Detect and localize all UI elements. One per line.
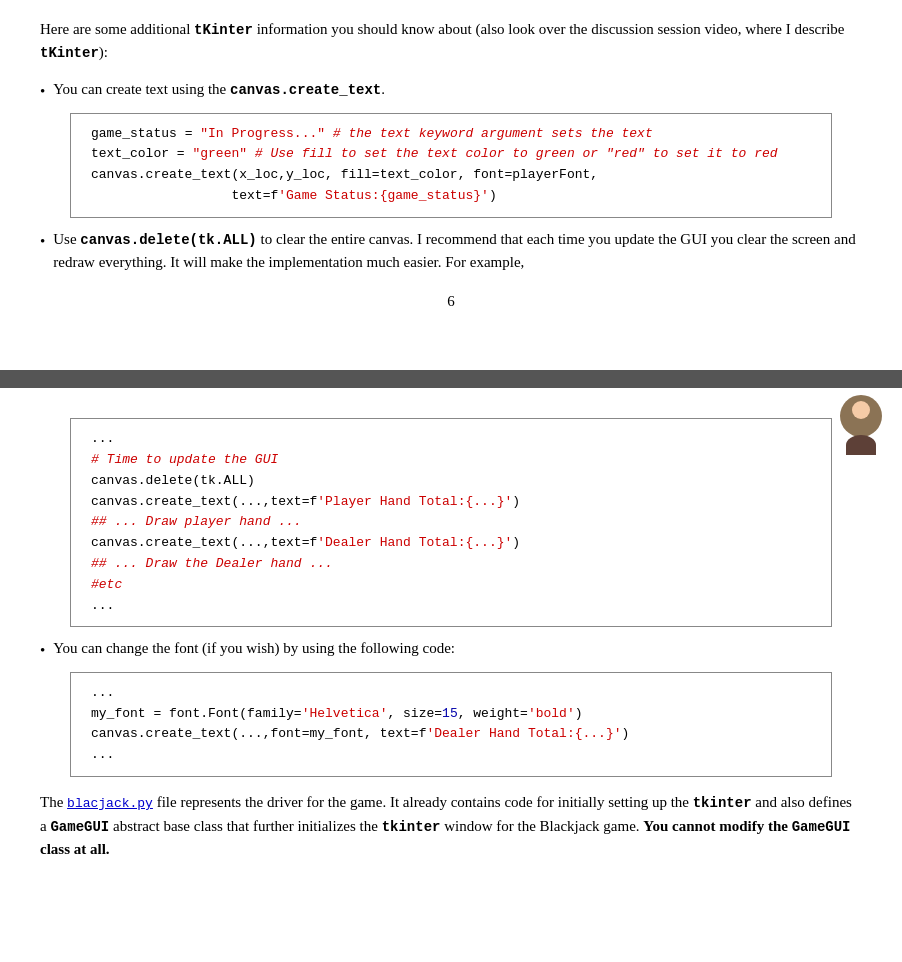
code-line-2: text_color = "green" # Use fill to set t… bbox=[91, 144, 811, 165]
code2-line-3: canvas.delete(tk.ALL) bbox=[91, 471, 811, 492]
tkinter-code-4: tkinter bbox=[382, 819, 441, 835]
tkinter-code-3: tkinter bbox=[693, 795, 752, 811]
code-block-3: ... my_font = font.Font(family='Helvetic… bbox=[70, 672, 832, 777]
section-divider bbox=[0, 370, 902, 388]
code-line-3: canvas.create_text(x_loc,y_loc, fill=tex… bbox=[91, 165, 811, 186]
intro-paragraph: Here are some additional tKinter informa… bbox=[40, 18, 862, 64]
canvas-delete-code: canvas.delete(tk.ALL) bbox=[80, 232, 256, 248]
tKinter-code-2: tKinter bbox=[40, 45, 99, 61]
code2-line-2: # Time to update the GUI bbox=[91, 450, 811, 471]
avatar bbox=[840, 395, 882, 437]
code-block-2: ... # Time to update the GUI canvas.dele… bbox=[70, 418, 832, 627]
avatar-section: Ted bbox=[840, 395, 882, 451]
code2-line-6: canvas.create_text(...,text=f'Dealer Han… bbox=[91, 533, 811, 554]
code3-line-2: my_font = font.Font(family='Helvetica', … bbox=[91, 704, 811, 725]
GameGUI-code-1: GameGUI bbox=[50, 819, 109, 835]
tKinter-code-1: tKinter bbox=[194, 22, 253, 38]
bottom-paragraph: The blacjack.py file represents the driv… bbox=[40, 791, 862, 862]
code2-line-4: canvas.create_text(...,text=f'Player Han… bbox=[91, 492, 811, 513]
bullet-item-2: • Use canvas.delete(tk.ALL) to clear the… bbox=[40, 228, 862, 274]
blacjack-file-link: blacjack.py bbox=[67, 796, 153, 811]
code2-line-5: ## ... Draw player hand ... bbox=[91, 512, 811, 533]
bullet-dot-3: • bbox=[40, 639, 45, 662]
bullet-text-1: You can create text using the canvas.cre… bbox=[53, 78, 385, 101]
code-line-4: text=f'Game Status:{game_status}') bbox=[91, 186, 811, 207]
GameGUI-code-2: GameGUI bbox=[792, 819, 851, 835]
code3-line-3: canvas.create_text(...,font=my_font, tex… bbox=[91, 724, 811, 745]
code2-line-9: ... bbox=[91, 596, 811, 617]
code-block-1: game_status = "In Progress..." # the tex… bbox=[70, 113, 832, 218]
bullet-item-3: • You can change the font (if you wish) … bbox=[40, 637, 862, 662]
code2-line-7: ## ... Draw the Dealer hand ... bbox=[91, 554, 811, 575]
code2-line-1: ... bbox=[91, 429, 811, 450]
cannot-modify-text: You cannot modify the GameGUI class at a… bbox=[40, 818, 850, 858]
bullet-text-2: Use canvas.delete(tk.ALL) to clear the e… bbox=[53, 228, 862, 274]
canvas-create-text-code: canvas.create_text bbox=[230, 82, 381, 98]
code-line-1: game_status = "In Progress..." # the tex… bbox=[91, 124, 811, 145]
bullet-dot-1: • bbox=[40, 80, 45, 103]
bullet-item-1: • You can create text using the canvas.c… bbox=[40, 78, 862, 103]
bullet-dot-2: • bbox=[40, 230, 45, 253]
avatar-body bbox=[846, 435, 876, 437]
page-top-section: Here are some additional tKinter informa… bbox=[0, 0, 902, 350]
code3-line-1: ... bbox=[91, 683, 811, 704]
code3-line-4: ... bbox=[91, 745, 811, 766]
page-number: 6 bbox=[40, 293, 862, 310]
code2-line-8: #etc bbox=[91, 575, 811, 596]
bullet-text-3: You can change the font (if you wish) by… bbox=[53, 637, 455, 660]
page-bottom-section: ... # Time to update the GUI canvas.dele… bbox=[0, 398, 902, 881]
avatar-head bbox=[852, 401, 870, 419]
